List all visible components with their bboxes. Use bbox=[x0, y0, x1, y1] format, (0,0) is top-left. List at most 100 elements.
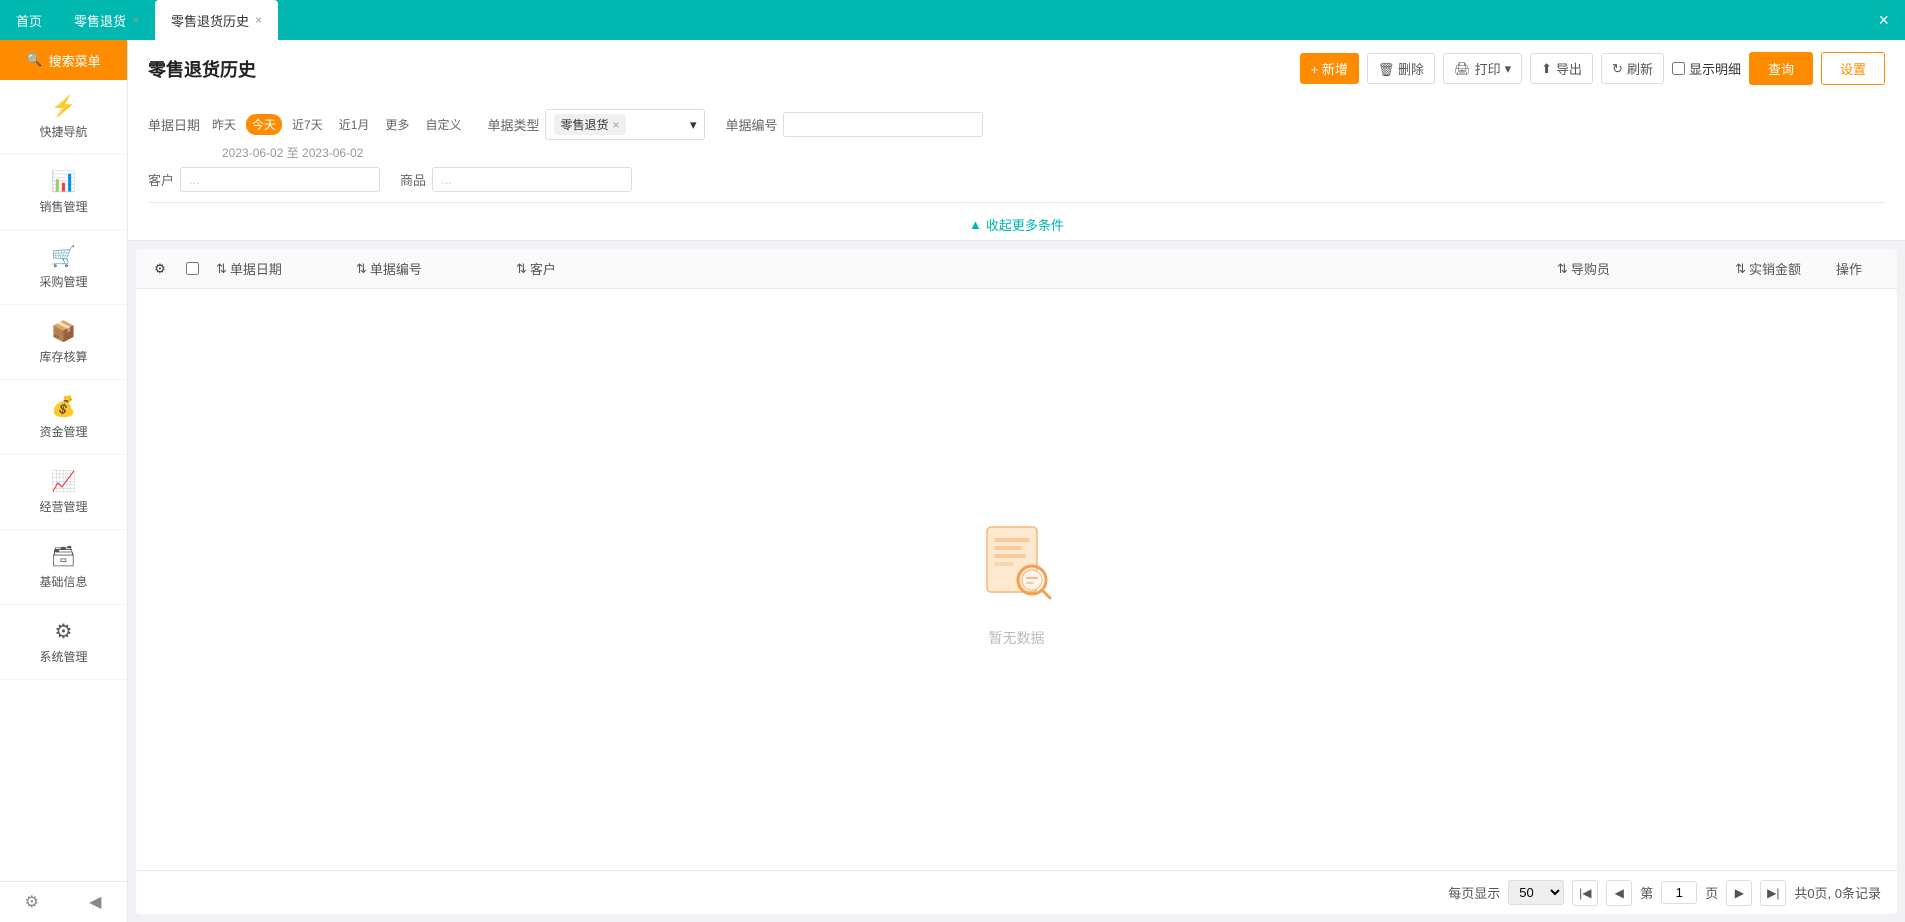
sidebar-item-system[interactable]: ⚙ 系统管理 bbox=[0, 605, 127, 680]
table-header: ⚙ ⇅ 单据日期 ⇅ 单据编号 ⇅ 客户 ⇅ bbox=[136, 249, 1897, 289]
col-no-sort[interactable]: ⇅ bbox=[356, 261, 367, 277]
refresh-button[interactable]: ↻ 刷新 bbox=[1601, 53, 1664, 84]
first-page-button[interactable]: |◀ bbox=[1572, 880, 1598, 906]
display-detail-checkbox[interactable]: 显示明细 bbox=[1672, 59, 1741, 78]
sidebar-item-label: 库存核算 bbox=[39, 348, 87, 365]
customer-select[interactable]: ... bbox=[180, 167, 380, 192]
shortcut-1month[interactable]: 近1月 bbox=[333, 114, 376, 135]
sidebar-item-inventory[interactable]: 📦 库存核算 bbox=[0, 305, 127, 380]
delete-button[interactable]: 🗑 删除 bbox=[1367, 53, 1435, 84]
prev-page-button[interactable]: ◀ bbox=[1606, 880, 1632, 906]
page-number-input[interactable] bbox=[1661, 881, 1697, 904]
doc-type-dropdown-icon: ▾ bbox=[690, 117, 697, 133]
tab-retail-return-label: 零售退货 bbox=[74, 11, 126, 30]
table-settings-button[interactable]: ⚙ bbox=[144, 261, 176, 277]
query-button[interactable]: 查询 bbox=[1749, 52, 1813, 85]
operations-icon: 📈 bbox=[51, 469, 76, 494]
tab-retail-return-close[interactable]: × bbox=[132, 13, 139, 27]
sidebar: 🔍 搜索菜单 ⚡ 快捷导航 📊 销售管理 🛒 采购管理 📦 库存核算 💰 资金管… bbox=[0, 40, 128, 922]
doc-type-tag: 零售退货 × bbox=[554, 114, 625, 135]
col-guide-sort[interactable]: ⇅ bbox=[1557, 261, 1568, 277]
filter-row-1: 单据日期 昨天 今天 近7天 近1月 更多 自定义 单据类型 bbox=[148, 109, 1885, 140]
filter-doc-type: 单据类型 零售退货 × ▾ bbox=[487, 109, 705, 140]
quick-nav-icon: ⚡ bbox=[51, 94, 76, 119]
export-button[interactable]: ⬆ 导出 bbox=[1530, 53, 1593, 84]
search-icon: 🔍 bbox=[26, 52, 42, 68]
sidebar-settings-button[interactable]: ⚙ bbox=[0, 882, 64, 922]
setting-button[interactable]: 设置 bbox=[1821, 52, 1885, 85]
print-button[interactable]: 🖨 打印 ▾ bbox=[1443, 53, 1522, 84]
doc-type-label: 单据类型 bbox=[487, 115, 539, 134]
sales-icon: 📊 bbox=[51, 169, 76, 194]
customer-label: 客户 bbox=[148, 170, 174, 189]
page-size-select[interactable]: 10 20 50 100 bbox=[1508, 880, 1564, 905]
shortcut-today[interactable]: 今天 bbox=[246, 114, 282, 135]
col-date-sort[interactable]: ⇅ bbox=[216, 261, 227, 277]
date-range-display: 2023-06-02 至 2023-06-02 bbox=[222, 144, 363, 161]
shortcut-custom[interactable]: 自定义 bbox=[419, 114, 467, 135]
empty-illustration bbox=[967, 512, 1067, 612]
export-label: 导出 bbox=[1556, 59, 1582, 78]
col-amount-sort[interactable]: ⇅ bbox=[1735, 261, 1746, 277]
col-amount-label: 实销金额 bbox=[1749, 259, 1801, 278]
next-page-icon: ▶ bbox=[1735, 886, 1744, 900]
doc-type-tag-close[interactable]: × bbox=[612, 118, 619, 132]
sidebar-item-operations[interactable]: 📈 经营管理 bbox=[0, 455, 127, 530]
date-shortcuts: 昨天 今天 近7天 近1月 更多 自定义 bbox=[206, 114, 467, 135]
shortcut-more[interactable]: 更多 bbox=[379, 114, 415, 135]
doc-type-select[interactable]: 零售退货 × ▾ bbox=[545, 109, 705, 140]
main-layout: 🔍 搜索菜单 ⚡ 快捷导航 📊 销售管理 🛒 采购管理 📦 库存核算 💰 资金管… bbox=[0, 40, 1905, 922]
tab-retail-return[interactable]: 零售退货 × bbox=[58, 0, 155, 40]
sidebar-item-purchase[interactable]: 🛒 采购管理 bbox=[0, 230, 127, 305]
tab-home[interactable]: 首页 bbox=[0, 0, 58, 40]
sidebar-item-quick-nav[interactable]: ⚡ 快捷导航 bbox=[0, 80, 127, 155]
tab-retail-return-history-label: 零售退货历史 bbox=[171, 11, 249, 30]
col-no-label: 单据编号 bbox=[370, 259, 422, 278]
display-detail-input[interactable] bbox=[1672, 62, 1685, 75]
basic-info-icon: 🗃 bbox=[51, 544, 76, 569]
tab-retail-return-history[interactable]: 零售退货历史 × bbox=[155, 0, 278, 40]
collapse-icon: ◀ bbox=[89, 892, 101, 912]
col-date: ⇅ 单据日期 bbox=[208, 259, 348, 278]
refresh-label: 刷新 bbox=[1627, 59, 1653, 78]
goods-label: 商品 bbox=[400, 170, 426, 189]
sidebar-search-label: 搜索菜单 bbox=[49, 51, 101, 70]
filter-doc-no: 单据编号 bbox=[725, 112, 983, 137]
page-title-row: 零售退货历史 + 新增 🗑 删除 🖨 打印 ▾ ⬆ 导出 ↻ bbox=[148, 52, 1885, 85]
window-close-button[interactable]: × bbox=[1878, 10, 1905, 31]
filter-row-2: 客户 ... 商品 ... bbox=[148, 167, 1885, 192]
last-page-button[interactable]: ▶| bbox=[1760, 880, 1786, 906]
filter-date: 单据日期 昨天 今天 近7天 近1月 更多 自定义 bbox=[148, 114, 467, 135]
next-page-button[interactable]: ▶ bbox=[1726, 880, 1752, 906]
tab-bar: 首页 零售退货 × 零售退货历史 × bbox=[0, 0, 1878, 40]
sidebar-item-sales[interactable]: 📊 销售管理 bbox=[0, 155, 127, 230]
tab-home-label: 首页 bbox=[16, 11, 42, 30]
sidebar-item-finance[interactable]: 💰 资金管理 bbox=[0, 380, 127, 455]
sidebar-collapse-button[interactable]: ◀ bbox=[64, 882, 128, 922]
table-container: ⚙ ⇅ 单据日期 ⇅ 单据编号 ⇅ 客户 ⇅ bbox=[136, 249, 1897, 914]
sidebar-item-label: 采购管理 bbox=[39, 273, 87, 290]
collapse-filter-label: 收起更多条件 bbox=[986, 215, 1064, 234]
sidebar-item-label: 经营管理 bbox=[39, 498, 87, 515]
sidebar-item-label: 系统管理 bbox=[39, 648, 87, 665]
goods-select[interactable]: ... bbox=[432, 167, 632, 192]
col-guide-label: 导购员 bbox=[1571, 259, 1610, 278]
tab-retail-return-history-close[interactable]: × bbox=[255, 13, 262, 27]
customer-placeholder: ... bbox=[189, 172, 200, 187]
sidebar-item-basic-info[interactable]: 🗃 基础信息 bbox=[0, 530, 127, 605]
select-all-input[interactable] bbox=[186, 262, 199, 275]
col-customer-sort[interactable]: ⇅ bbox=[516, 261, 527, 277]
col-action-label: 操作 bbox=[1836, 259, 1862, 278]
new-button[interactable]: + 新增 bbox=[1300, 53, 1359, 84]
doc-no-input[interactable] bbox=[783, 112, 983, 137]
select-all-checkbox[interactable] bbox=[176, 262, 208, 275]
shortcut-7days[interactable]: 近7天 bbox=[286, 114, 329, 135]
first-page-icon: |◀ bbox=[1579, 886, 1591, 900]
shortcut-yesterday[interactable]: 昨天 bbox=[206, 114, 242, 135]
sidebar-search[interactable]: 🔍 搜索菜单 bbox=[0, 40, 127, 80]
collapse-up-icon: ▲ bbox=[969, 217, 982, 232]
table-settings-icon: ⚙ bbox=[154, 261, 166, 277]
print-label: 打印 bbox=[1475, 59, 1501, 78]
collapse-filter-button[interactable]: ▲ 收起更多条件 bbox=[953, 209, 1080, 240]
pagination-bar: 每页显示 10 20 50 100 |◀ ◀ 第 页 ▶ bbox=[136, 870, 1897, 914]
